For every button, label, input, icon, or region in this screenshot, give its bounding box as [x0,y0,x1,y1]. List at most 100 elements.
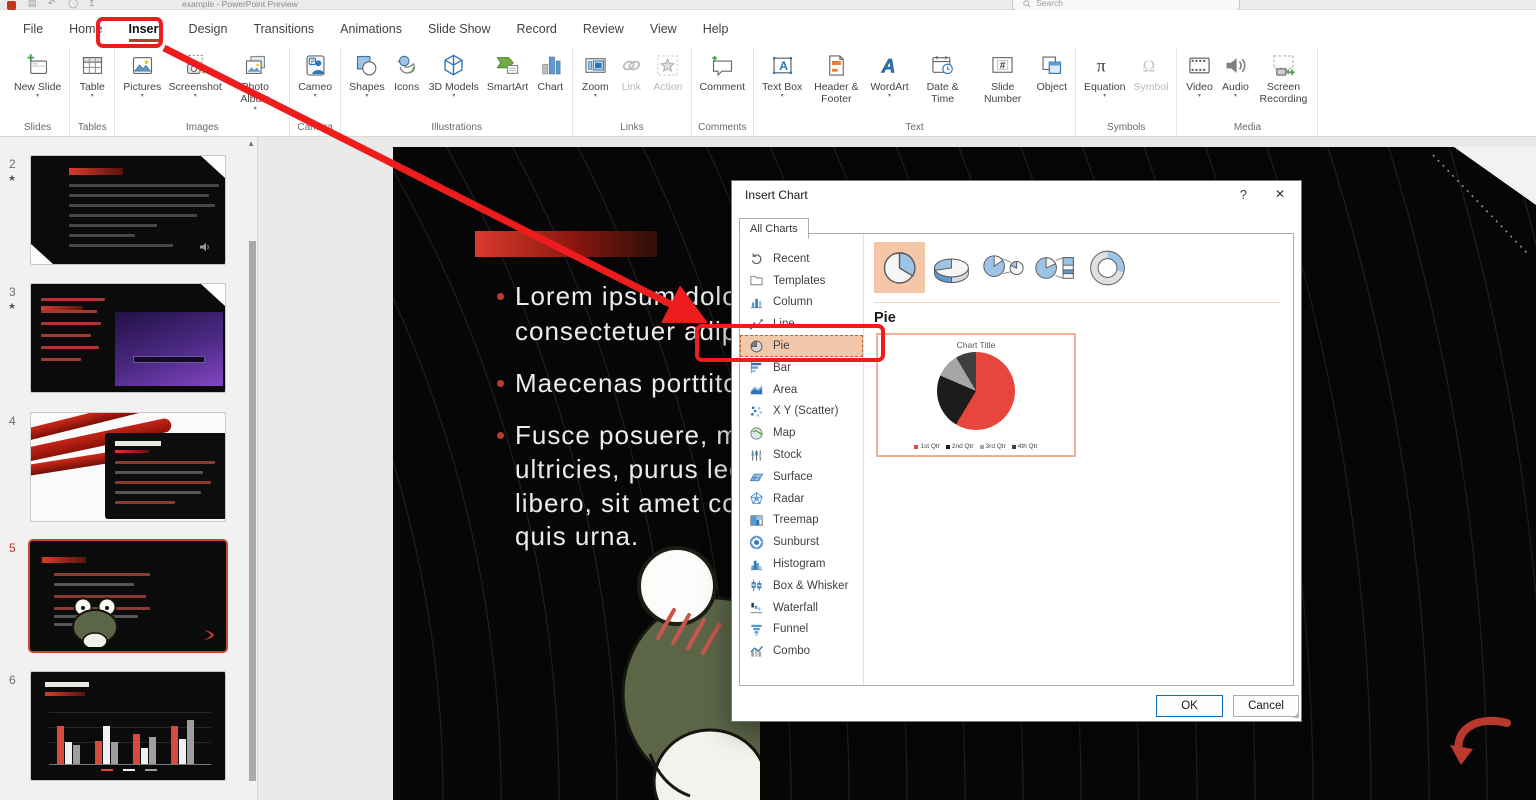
ribbon-button-shapes[interactable]: Shapes ▾ [345,50,389,102]
chart-type-combo[interactable]: Combo [740,640,863,662]
chart-type-sunburst[interactable]: Sunburst [740,531,863,553]
chart-type-templates[interactable]: Templates [740,270,863,292]
ribbon-button-3d-models[interactable]: 3D Models ▾ [425,50,483,102]
slide-number-2: 2 [9,157,16,171]
chart-type-label: Recent [773,252,810,265]
chart-type-box-whisker[interactable]: Box & Whisker [740,575,863,597]
resize-grip[interactable]: ◢ [1293,710,1299,719]
ribbon-button-comment[interactable]: Comment [696,50,750,95]
dialog-close-button[interactable]: ✕ [1275,187,1285,201]
menu-tab-insert[interactable]: Insert [116,12,176,45]
chart-type-funnel[interactable]: Funnel [740,619,863,641]
chart-type-label: Map [773,427,796,440]
menu-tab-file[interactable]: File [10,12,56,45]
menu-tab-review[interactable]: Review [570,12,637,45]
chart-type-line[interactable]: Line [740,313,863,335]
subtype-pie-3d[interactable] [926,242,977,293]
ribbon-button-wordart[interactable]: A WordArt ▾ [866,50,912,102]
slide-thumbnail-3[interactable] [30,283,226,393]
all-charts-tab[interactable]: All Charts [739,218,809,239]
chart-type-pie[interactable]: Pie [740,335,863,357]
cancel-button[interactable]: Cancel [1233,695,1299,717]
chart-type-bar[interactable]: Bar [740,357,863,379]
red-swoosh-arrow[interactable] [1449,713,1513,769]
slide-thumbnail-5[interactable] [28,539,228,653]
ribbon-button-header-footer[interactable]: Header & Footer [806,50,866,108]
ribbon-button-screenshot[interactable]: Screenshot ▾ [165,50,225,102]
chart-type-x-y-scatter[interactable]: X Y (Scatter) [740,401,863,423]
chart-type-waterfall[interactable]: Waterfall [740,597,863,619]
save-icon[interactable]: ▤ [28,0,37,9]
ribbon-button-action: Action [649,50,686,95]
ribbon-group-tables: Table ▾ Tables [70,47,116,136]
ribbon-button-smartart[interactable]: SmartArt [483,50,532,95]
slide-thumbnail-4[interactable] [30,412,226,522]
chart-type-area[interactable]: Area [740,379,863,401]
ribbon-button-table[interactable]: Table ▾ [74,50,110,102]
panel-scrollbar[interactable] [249,241,256,781]
menu-tab-view[interactable]: View [637,12,690,45]
powerpoint-logo-icon [7,1,16,10]
redo-icon[interactable]: ◯ [68,0,78,9]
slide-thumbnail-6[interactable] [30,671,226,781]
ribbon-button-icons[interactable]: Icons [389,50,425,95]
ribbon-button-object[interactable]: Object [1033,50,1071,95]
ribbon-button-slide-number[interactable]: # Slide Number [973,50,1033,108]
menu-tab-animations[interactable]: Animations [327,12,415,45]
chart-preview-frame[interactable]: Chart Title 1st Qtr 2nd Qtr 3rd Qtr 4th Qtr [876,333,1076,457]
chart-type-recent[interactable]: Recent [740,248,863,270]
dropdown-chevron-icon: ▾ [90,93,94,100]
subtype-doughnut[interactable] [1082,242,1133,293]
chart-type-radar[interactable]: Radar [740,488,863,510]
ribbon-button-equation[interactable]: π Equation ▾ [1080,50,1129,102]
subtype-pie[interactable] [874,242,925,293]
ribbon-button-screen-recording[interactable]: Screen Recording [1253,50,1313,108]
menu-tab-slide-show[interactable]: Slide Show [415,12,504,45]
chart-type-label: Radar [773,492,805,505]
dialog-help-button[interactable]: ? [1240,187,1247,202]
chart-type-column[interactable]: Column [740,292,863,314]
slide-text-line: Maecenas porttitor [515,368,749,398]
chart-legend: 1st Qtr 2nd Qtr 3rd Qtr 4th Qtr [878,443,1074,450]
chart-type-label: Box & Whisker [773,579,849,592]
chart-type-histogram[interactable]: Histogram [740,553,863,575]
subtype-pie-of-pie[interactable] [978,242,1029,293]
chart-type-surface[interactable]: Surface [740,466,863,488]
menu-tab-design[interactable]: Design [176,12,241,45]
ribbon-button-text-box[interactable]: A Text Box ▾ [758,50,806,102]
ribbon-button-cameo[interactable]: P Cameo ▾ [294,50,336,102]
slide-title-accent-bar[interactable] [475,231,657,257]
menu-bar: File Home Insert Design Transitions Animation… [0,10,1536,47]
ok-button[interactable]: OK [1156,695,1223,717]
ribbon-button-zoom[interactable]: Zoom ▾ [577,50,613,102]
ribbon-group-media: Video ▾ Audio ▾ Screen Recording Media [1177,47,1319,136]
object-icon [1038,52,1065,79]
search-placeholder: Search [1036,0,1063,8]
slide-thumbnail-2[interactable] [30,155,226,265]
menu-tab-help[interactable]: Help [690,12,742,45]
chart-type-map[interactable]: Map [740,422,863,444]
legend-item: 3rd Qtr [979,443,1006,450]
ribbon-button-photo-album[interactable]: Photo Album ▾ [225,50,285,115]
menu-tab-record[interactable]: Record [504,12,570,45]
audio-icon [200,242,209,252]
subtype-bar-of-pie[interactable] [1030,242,1081,293]
ribbon-button-audio[interactable]: Audio ▾ [1217,50,1253,102]
chart-type-stock[interactable]: Stock [740,444,863,466]
ribbon-button-chart[interactable]: Chart [532,50,568,95]
undo-icon[interactable]: ↶ [48,0,56,9]
menu-tab-transitions[interactable]: Transitions [240,12,327,45]
menu-tab-home[interactable]: Home [56,12,115,45]
ribbon-group-label: Camera [297,122,333,133]
chart-type-treemap[interactable]: Treemap [740,510,863,532]
ribbon-button-new-slide[interactable]: New Slide ▾ [10,50,65,102]
ribbon-button-date-time[interactable]: Date & Time [913,50,973,108]
upload-icon[interactable]: ↥ [88,0,96,9]
ribbon: New Slide ▾ Slides Table ▾ Tables Pictures ▾ Scr… [0,47,1536,137]
scroll-up-arrow[interactable]: ▲ [247,139,255,148]
ribbon-button-video[interactable]: Video ▾ [1181,50,1217,102]
search-icon [1023,0,1031,8]
chart-type-label: Funnel [773,623,809,636]
ribbon-button-pictures[interactable]: Pictures ▾ [119,50,165,102]
smartart-icon [494,52,521,79]
